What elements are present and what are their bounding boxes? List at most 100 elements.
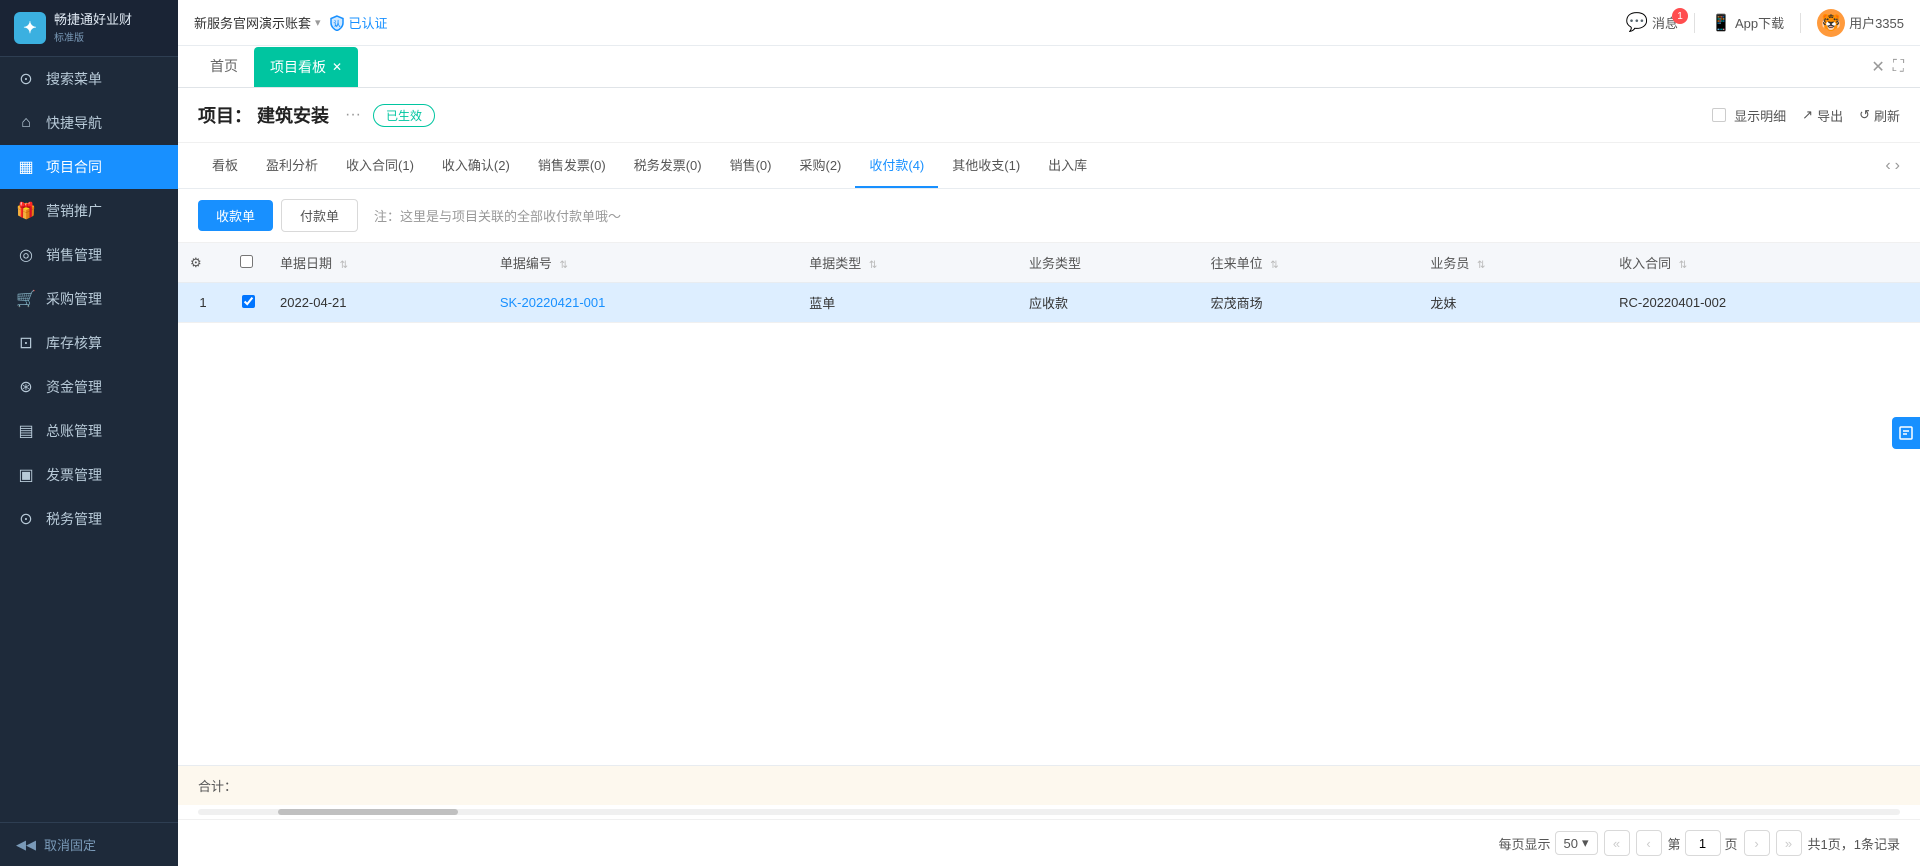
table-row[interactable]: 1 2022-04-21 SK-20220421-001 蓝单 应收款 宏茂商场… — [178, 283, 1920, 323]
topbar-right: 💬 1 消息 📱 App下载 🐯 用户3355 — [1626, 9, 1904, 37]
first-page-button[interactable]: « — [1604, 830, 1630, 856]
phone-icon: 📱 — [1711, 13, 1731, 33]
sub-tab-sales-invoice-label: 销售发票(0) — [538, 158, 606, 173]
sub-tab-sales[interactable]: 销售(0) — [716, 143, 786, 188]
horizontal-scrollbar[interactable] — [178, 805, 1920, 819]
prev-page-icon: ‹ — [1646, 836, 1650, 851]
scrollbar-thumb[interactable] — [278, 809, 458, 815]
document-number-link[interactable]: SK-20220421-001 — [500, 295, 606, 310]
sub-tab-purchase-label: 采购(2) — [799, 158, 841, 173]
sort-icon[interactable]: ⇅ — [1477, 260, 1485, 271]
divider — [1694, 13, 1695, 33]
sub-tab-kanban-label: 看板 — [212, 158, 238, 173]
sidebar-item-tax-mgmt[interactable]: ⊙ 税务管理 — [0, 497, 178, 541]
th-partner: 往来单位 ⇅ — [1199, 243, 1419, 283]
prev-page-button[interactable]: ‹ — [1636, 830, 1662, 856]
tab-close-icon[interactable]: ✕ — [332, 60, 342, 74]
sub-tab-income-contract[interactable]: 收入合同(1) — [332, 143, 428, 188]
sort-icon[interactable]: ⇅ — [869, 260, 877, 271]
data-table: ⚙ 单据日期 ⇅ 单据编号 ⇅ — [178, 243, 1920, 323]
th-settings[interactable]: ⚙ — [178, 243, 228, 283]
sub-tab-income-confirm[interactable]: 收入确认(2) — [428, 143, 524, 188]
chevron-down-icon: ▾ — [1582, 835, 1589, 851]
purchase-icon: 🛒 — [16, 289, 36, 309]
sidebar-item-invoice-mgmt[interactable]: ▣ 发票管理 — [0, 453, 178, 497]
tab-project-board[interactable]: 项目看板 ✕ — [254, 47, 358, 87]
receipt-bill-button[interactable]: 收款单 — [198, 200, 273, 231]
sub-tab-sales-invoice[interactable]: 销售发票(0) — [524, 143, 620, 188]
show-detail-checkbox[interactable] — [1712, 108, 1726, 122]
settings-icon[interactable]: ⚙ — [190, 255, 202, 270]
sidebar-item-ledger-mgmt[interactable]: ▤ 总账管理 — [0, 409, 178, 453]
sub-tab-tax-invoice[interactable]: 税务发票(0) — [620, 143, 716, 188]
sort-icon[interactable]: ⇅ — [559, 260, 567, 271]
sidebar-item-purchase-mgmt[interactable]: 🛒 采购管理 — [0, 277, 178, 321]
account-selector[interactable]: 新服务官网演示账套 ▾ — [194, 13, 321, 32]
close-window-icon[interactable]: ✕ — [1871, 57, 1884, 77]
sidebar-logo: ✦ 畅捷通好业财 标准版 — [0, 0, 178, 57]
unpin-sidebar-button[interactable]: ◀◀ 取消固定 — [0, 822, 178, 866]
select-all-checkbox[interactable] — [240, 255, 253, 268]
show-detail-toggle[interactable]: 显示明细 — [1712, 106, 1786, 125]
payment-bill-button[interactable]: 付款单 — [281, 199, 358, 232]
pagination: 每页显示 50 ▾ « ‹ 第 页 › » — [178, 819, 1920, 866]
sidebar-item-quick-nav[interactable]: ⌂ 快捷导航 — [0, 101, 178, 145]
sidebar-item-label: 采购管理 — [46, 289, 102, 309]
more-options-button[interactable]: ··· — [345, 106, 361, 124]
sub-tab-receipts[interactable]: 收付款(4) — [855, 143, 938, 188]
row-number[interactable]: SK-20220421-001 — [488, 283, 797, 323]
sidebar-item-label: 快捷导航 — [46, 113, 102, 133]
sidebar-item-marketing[interactable]: 🎁 营销推广 — [0, 189, 178, 233]
sub-tab-income-contract-label: 收入合同(1) — [346, 158, 414, 173]
row-checkbox[interactable] — [228, 283, 268, 323]
topbar: 新服务官网演示账套 ▾ 认 已认证 💬 1 消息 📱 App下载 — [178, 0, 1920, 46]
sort-icon[interactable]: ⇅ — [1679, 260, 1687, 271]
page-number-input[interactable] — [1685, 830, 1721, 856]
message-button[interactable]: 💬 1 消息 — [1626, 12, 1678, 33]
tab-home[interactable]: 首页 — [194, 46, 254, 88]
sub-tab-kanban[interactable]: 看板 — [198, 143, 252, 188]
sidebar-item-search[interactable]: ⊙ 搜索菜单 — [0, 57, 178, 101]
page-size-selector[interactable]: 每页显示 50 ▾ — [1498, 831, 1597, 855]
project-title: 项目： 建筑安装 — [198, 102, 329, 128]
sidebar-item-inventory[interactable]: ⊡ 库存核算 — [0, 321, 178, 365]
sort-icon[interactable]: ⇅ — [340, 260, 348, 271]
show-detail-label: 显示明细 — [1734, 106, 1786, 125]
sub-tab-purchase[interactable]: 采购(2) — [785, 143, 855, 188]
app-download-button[interactable]: 📱 App下载 — [1711, 13, 1784, 33]
total-info: 共1页，1条记录 — [1808, 834, 1900, 853]
last-page-button[interactable]: » — [1776, 830, 1802, 856]
sidebar-item-label: 税务管理 — [46, 509, 102, 529]
sidebar-item-label: 营销推广 — [46, 201, 102, 221]
message-badge: 1 — [1672, 8, 1688, 24]
page-size-box[interactable]: 50 ▾ — [1555, 831, 1598, 855]
next-page-button[interactable]: › — [1744, 830, 1770, 856]
invoice-icon: ▣ — [16, 465, 36, 485]
sort-icon[interactable]: ⇅ — [1270, 260, 1278, 271]
project-status-badge: 已生效 — [373, 104, 435, 127]
sub-tab-other-income-label: 其他收支(1) — [952, 158, 1020, 173]
edit-icon — [1898, 425, 1914, 441]
export-button[interactable]: ↗ 导出 — [1802, 106, 1843, 125]
row-select-checkbox[interactable] — [242, 295, 255, 308]
arrow-right-icon[interactable]: › — [1895, 157, 1900, 175]
tab-project-board-label: 项目看板 — [270, 57, 326, 77]
sidebar-item-fund-mgmt[interactable]: ⊛ 资金管理 — [0, 365, 178, 409]
sub-tab-in-out[interactable]: 出入库 — [1034, 143, 1101, 188]
maximize-window-icon[interactable]: ⛶ — [1893, 58, 1904, 76]
sidebar-item-sales-mgmt[interactable]: ◎ 销售管理 — [0, 233, 178, 277]
avatar: 🐯 — [1817, 9, 1845, 37]
project-icon: ▦ — [16, 157, 36, 177]
sub-tab-profit[interactable]: 盈利分析 — [252, 143, 332, 188]
th-checkbox[interactable] — [228, 243, 268, 283]
app-download-label: App下载 — [1735, 13, 1784, 32]
sub-tab-other-income[interactable]: 其他收支(1) — [938, 143, 1034, 188]
tab-home-label: 首页 — [210, 56, 238, 76]
arrow-left-icon[interactable]: ‹ — [1885, 157, 1890, 175]
sidebar-item-project-contract[interactable]: ▦ 项目合同 — [0, 145, 178, 189]
content-area: 项目： 建筑安装 ··· 已生效 显示明细 ↗ 导出 ↺ 刷新 — [178, 88, 1920, 866]
refresh-button[interactable]: ↺ 刷新 — [1859, 106, 1900, 125]
page-unit: 页 — [1725, 834, 1738, 853]
user-menu[interactable]: 🐯 用户3355 — [1817, 9, 1904, 37]
float-action-button[interactable] — [1892, 417, 1920, 449]
